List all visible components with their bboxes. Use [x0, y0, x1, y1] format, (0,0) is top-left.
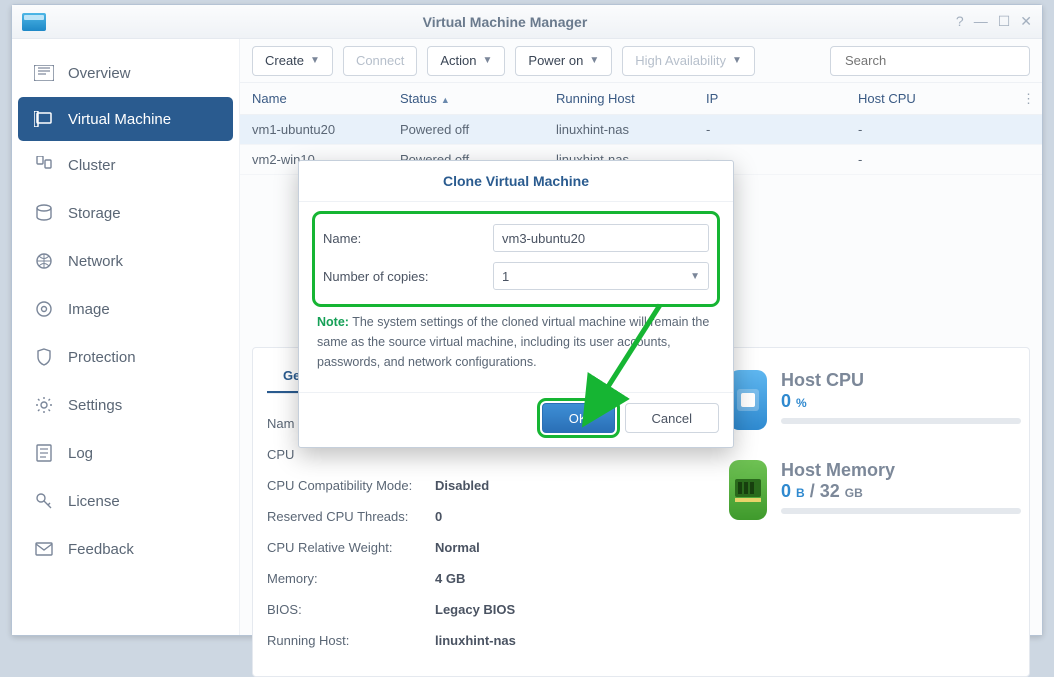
cpu-icon [729, 370, 767, 430]
sidebar-item-log[interactable]: Log [12, 429, 239, 477]
col-ip[interactable]: IP [706, 91, 858, 106]
sidebar-item-feedback[interactable]: Feedback [12, 525, 239, 573]
high-availability-button[interactable]: High Availability▼ [622, 46, 755, 76]
sidebar-item-settings[interactable]: Settings [12, 381, 239, 429]
sidebar-item-label: Virtual Machine [68, 111, 171, 128]
shield-icon [34, 347, 54, 367]
sidebar-item-network[interactable]: Network [12, 237, 239, 285]
cluster-icon [34, 155, 54, 175]
col-host[interactable]: Running Host [556, 91, 706, 106]
app-icon [22, 13, 46, 31]
sidebar-item-label: Log [68, 445, 93, 462]
vm-icon [34, 109, 54, 129]
sidebar: Overview Virtual Machine Cluster Storage… [12, 39, 240, 635]
sidebar-item-label: License [68, 493, 120, 510]
memory-title: Host Memory [781, 460, 1021, 481]
table-row[interactable]: vm1-ubuntu20 Powered off linuxhint-nas -… [240, 115, 1042, 145]
chevron-down-icon: ▼ [732, 55, 742, 66]
gear-icon [34, 395, 54, 415]
copies-label: Number of copies: [323, 269, 493, 284]
sidebar-item-cluster[interactable]: Cluster [12, 141, 239, 189]
cancel-button[interactable]: Cancel [625, 403, 719, 433]
more-columns-icon[interactable]: ⋮ [1022, 91, 1042, 107]
log-icon [34, 443, 54, 463]
copies-select[interactable]: 1 ▼ [493, 262, 709, 290]
dialog-title: Clone Virtual Machine [299, 161, 733, 202]
action-button[interactable]: Action▼ [427, 46, 505, 76]
search-input[interactable] [845, 53, 1021, 68]
search-input-wrap[interactable] [830, 46, 1030, 76]
sidebar-item-label: Settings [68, 397, 122, 414]
image-icon [34, 299, 54, 319]
sidebar-item-label: Image [68, 301, 110, 318]
sidebar-item-label: Protection [68, 349, 136, 366]
name-input[interactable] [493, 224, 709, 252]
highlighted-fields: Name: Number of copies: 1 ▼ [317, 216, 715, 302]
sidebar-item-license[interactable]: License [12, 477, 239, 525]
connect-button[interactable]: Connect [343, 46, 417, 76]
host-memory-block: Host Memory 0 B / 32 GB [729, 460, 1009, 520]
sidebar-item-label: Feedback [68, 541, 134, 558]
sidebar-item-label: Network [68, 253, 123, 270]
titlebar: Virtual Machine Manager ? — ☐ ✕ [12, 5, 1042, 39]
sidebar-item-image[interactable]: Image [12, 285, 239, 333]
cpu-value: 0 % [781, 391, 1021, 412]
memory-bar [781, 508, 1021, 514]
sort-ascending-icon: ▲ [441, 95, 450, 105]
chevron-down-icon: ▼ [690, 271, 700, 282]
sidebar-item-overview[interactable]: Overview [12, 49, 239, 97]
overview-icon [34, 63, 54, 83]
col-cpu[interactable]: Host CPU [858, 91, 1022, 106]
col-status[interactable]: Status▲ [400, 91, 556, 106]
close-icon[interactable]: ✕ [1020, 13, 1032, 30]
sidebar-item-protection[interactable]: Protection [12, 333, 239, 381]
toolbar: Create▼ Connect Action▼ Power on▼ High A… [240, 39, 1042, 83]
clone-vm-dialog: Clone Virtual Machine Name: Number of co… [298, 160, 734, 448]
cpu-title: Host CPU [781, 370, 1021, 391]
col-name[interactable]: Name [252, 91, 400, 106]
power-on-button[interactable]: Power on▼ [515, 46, 612, 76]
minimize-icon[interactable]: — [974, 13, 988, 30]
name-label: Name: [323, 231, 493, 246]
ok-button[interactable]: OK [542, 403, 615, 433]
sidebar-item-label: Overview [68, 65, 131, 82]
sidebar-item-label: Storage [68, 205, 121, 222]
host-cpu-block: Host CPU 0 % [729, 370, 1009, 430]
sidebar-item-virtual-machine[interactable]: Virtual Machine [18, 97, 233, 141]
dialog-note: Note: The system settings of the cloned … [317, 312, 715, 372]
create-button[interactable]: Create▼ [252, 46, 333, 76]
chevron-down-icon: ▼ [589, 55, 599, 66]
key-icon [34, 491, 54, 511]
window-title: Virtual Machine Manager [54, 14, 956, 30]
cpu-bar [781, 418, 1021, 424]
network-icon [34, 251, 54, 271]
sidebar-item-storage[interactable]: Storage [12, 189, 239, 237]
help-icon[interactable]: ? [956, 13, 964, 30]
memory-icon [729, 460, 767, 520]
maximize-icon[interactable]: ☐ [998, 13, 1011, 30]
envelope-icon [34, 539, 54, 559]
sidebar-item-label: Cluster [68, 157, 116, 174]
storage-icon [34, 203, 54, 223]
memory-value: 0 B / 32 GB [781, 481, 1021, 502]
chevron-down-icon: ▼ [483, 55, 493, 66]
chevron-down-icon: ▼ [310, 55, 320, 66]
ok-highlight: OK [542, 403, 615, 433]
table-header: Name Status▲ Running Host IP Host CPU ⋮ [240, 83, 1042, 115]
